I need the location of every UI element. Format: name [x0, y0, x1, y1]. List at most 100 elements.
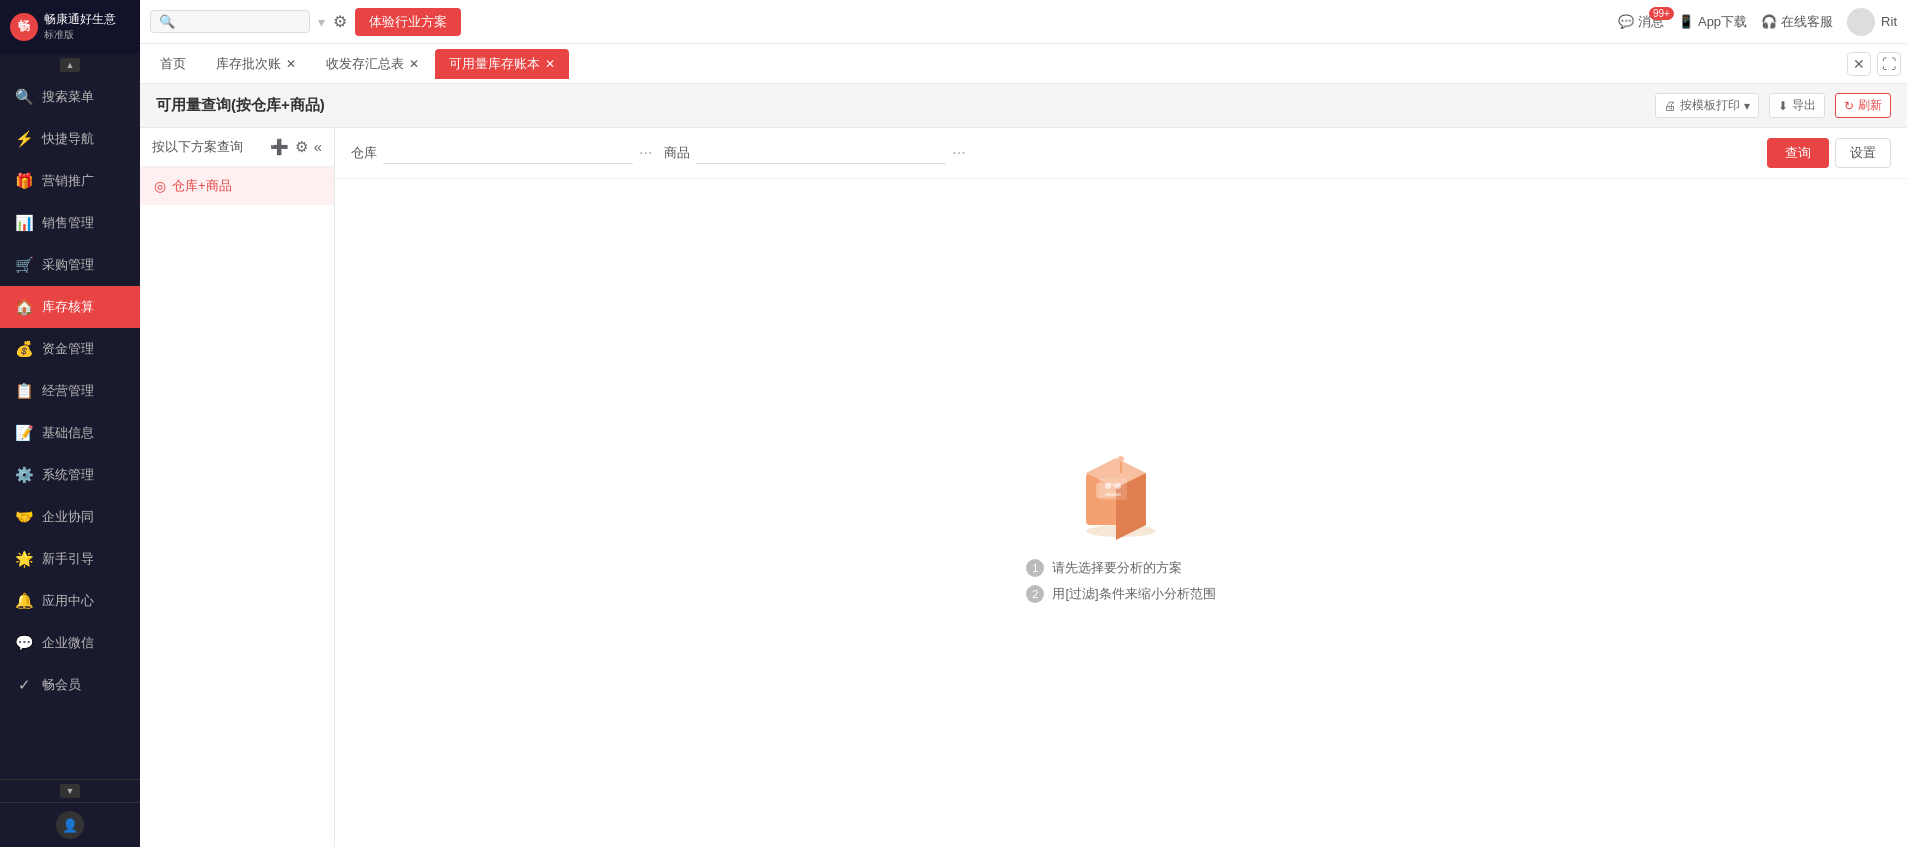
- operation-icon: 📋: [14, 382, 34, 400]
- sidebar-item-label: 系统管理: [42, 466, 94, 484]
- sidebar-header: 畅 畅康通好生意 标准版: [0, 0, 140, 54]
- gear-icon[interactable]: ⚙: [333, 12, 347, 31]
- page-title: 可用量查询(按仓库+商品): [156, 96, 1655, 115]
- sidebar-item-label: 新手引导: [42, 550, 94, 568]
- app-download-icon: 📱: [1678, 14, 1694, 29]
- wechat-icon: 💬: [14, 634, 34, 652]
- empty-hint-2: 2 用[过滤]条件来缩小分析范围: [1026, 585, 1215, 603]
- tab-home[interactable]: 首页: [146, 49, 200, 79]
- sidebar-item-label: 搜索菜单: [42, 88, 94, 106]
- settings-btn[interactable]: 设置: [1835, 138, 1891, 168]
- sidebar-item-wechat[interactable]: 💬 企业微信: [0, 622, 140, 664]
- scroll-up-btn[interactable]: ▲: [60, 58, 80, 72]
- scheme-item-warehouse-product[interactable]: ◎ 仓库+商品: [140, 167, 334, 205]
- sidebar-item-label: 企业协同: [42, 508, 94, 526]
- left-panel-title: 按以下方案查询: [152, 138, 243, 156]
- message-badge: 99+: [1649, 7, 1674, 20]
- newbie-icon: 🌟: [14, 550, 34, 568]
- message-icon: 💬: [1618, 14, 1634, 29]
- right-panel: 仓库 ··· 商品 ··· 查询 设置: [335, 128, 1907, 847]
- sidebar-item-marketing[interactable]: 🎁 营销推广: [0, 160, 140, 202]
- sidebar-item-search[interactable]: 🔍 搜索菜单: [0, 76, 140, 118]
- export-btn[interactable]: ⬇ 导出: [1769, 93, 1825, 118]
- collapse-btn[interactable]: «: [314, 138, 322, 156]
- filter-bar: 仓库 ··· 商品 ··· 查询 设置: [335, 128, 1907, 179]
- refresh-label: 刷新: [1858, 97, 1882, 114]
- tab-receipt-summary-label: 收发存汇总表: [326, 55, 404, 73]
- finance-icon: 💰: [14, 340, 34, 358]
- sidebar-item-label: 基础信息: [42, 424, 94, 442]
- warehouse-more-btn[interactable]: ···: [639, 144, 652, 162]
- page-header: 可用量查询(按仓库+商品) 🖨 按模板打印 ▾ ⬇ 导出 ↻ 刷新: [140, 84, 1907, 128]
- search-icon: 🔍: [159, 14, 175, 29]
- sidebar-item-label: 库存核算: [42, 298, 94, 316]
- svg-rect-8: [1105, 493, 1121, 496]
- sales-icon: 📊: [14, 214, 34, 232]
- customer-service-label: 在线客服: [1781, 13, 1833, 31]
- headset-icon: 🎧: [1761, 14, 1777, 29]
- tab-receipt-summary-close[interactable]: ✕: [409, 57, 419, 71]
- basic-icon: 📝: [14, 424, 34, 442]
- sidebar-item-sales[interactable]: 📊 销售管理: [0, 202, 140, 244]
- empty-illustration: [1061, 423, 1181, 543]
- svg-point-6: [1105, 483, 1111, 489]
- refresh-btn[interactable]: ↻ 刷新: [1835, 93, 1891, 118]
- topbar: 🔍 ▾ ⚙ 体验行业方案 💬 消息 99+ 📱 App下载 🎧 在线客服 Rit: [140, 0, 1907, 44]
- sidebar: 畅 畅康通好生意 标准版 ▲ 🔍 搜索菜单 ⚡ 快捷导航 🎁 营销推广 📊 销售…: [0, 0, 140, 847]
- avatar: [1847, 8, 1875, 36]
- filter-actions: 查询 设置: [1767, 138, 1891, 168]
- tab-batch-account-label: 库存批次账: [216, 55, 281, 73]
- trial-btn[interactable]: 体验行业方案: [355, 8, 461, 36]
- sidebar-item-inventory[interactable]: 🏠 库存核算: [0, 286, 140, 328]
- tabs-bar: 首页 库存批次账 ✕ 收发存汇总表 ✕ 可用量库存账本 ✕ ✕ ⛶: [140, 44, 1907, 84]
- tab-batch-account-close[interactable]: ✕: [286, 57, 296, 71]
- customer-service-btn[interactable]: 🎧 在线客服: [1761, 13, 1833, 31]
- member-icon: ✓: [14, 676, 34, 694]
- tab-expand-btn[interactable]: ⛶: [1877, 52, 1901, 76]
- tab-available-ledger-label: 可用量库存账本: [449, 55, 540, 73]
- product-more-btn[interactable]: ···: [952, 144, 965, 162]
- tab-receipt-summary[interactable]: 收发存汇总表 ✕: [312, 49, 433, 79]
- settings-scheme-btn[interactable]: ⚙: [295, 138, 308, 156]
- app-download-btn[interactable]: 📱 App下载: [1678, 13, 1747, 31]
- sidebar-item-enterprise[interactable]: 🤝 企业协同: [0, 496, 140, 538]
- user-avatar-small[interactable]: 👤: [56, 811, 84, 839]
- query-btn[interactable]: 查询: [1767, 138, 1829, 168]
- tab-close-all-btn[interactable]: ✕: [1847, 52, 1871, 76]
- dropdown-arrow-icon[interactable]: ▾: [318, 14, 325, 30]
- tab-batch-account[interactable]: 库存批次账 ✕: [202, 49, 310, 79]
- sidebar-item-purchase[interactable]: 🛒 采购管理: [0, 244, 140, 286]
- sidebar-item-newbie[interactable]: 🌟 新手引导: [0, 538, 140, 580]
- enterprise-icon: 🤝: [14, 508, 34, 526]
- tab-home-label: 首页: [160, 55, 186, 73]
- scroll-down-btn[interactable]: ▼: [60, 784, 80, 798]
- marketing-icon: 🎁: [14, 172, 34, 190]
- sidebar-item-appstore[interactable]: 🔔 应用中心: [0, 580, 140, 622]
- sidebar-item-shortcut[interactable]: ⚡ 快捷导航: [0, 118, 140, 160]
- sidebar-item-label: 企业微信: [42, 634, 94, 652]
- add-scheme-btn[interactable]: ➕: [270, 138, 289, 156]
- sidebar-item-label: 应用中心: [42, 592, 94, 610]
- sidebar-item-system[interactable]: ⚙️ 系统管理: [0, 454, 140, 496]
- print-label: 按模板打印: [1680, 97, 1740, 114]
- tab-available-ledger[interactable]: 可用量库存账本 ✕: [435, 49, 569, 79]
- main-area: 🔍 ▾ ⚙ 体验行业方案 💬 消息 99+ 📱 App下载 🎧 在线客服 Rit: [140, 0, 1907, 847]
- product-input[interactable]: [696, 142, 946, 164]
- username: Rit: [1881, 14, 1897, 29]
- print-btn[interactable]: 🖨 按模板打印 ▾: [1655, 93, 1759, 118]
- sidebar-item-member[interactable]: ✓ 畅会员: [0, 664, 140, 706]
- app-info: 畅康通好生意 标准版: [44, 12, 116, 42]
- sidebar-item-basic[interactable]: 📝 基础信息: [0, 412, 140, 454]
- export-icon: ⬇: [1778, 99, 1788, 113]
- search-box[interactable]: 🔍: [150, 10, 310, 33]
- message-btn[interactable]: 💬 消息 99+: [1618, 13, 1664, 31]
- warehouse-label: 仓库: [351, 144, 377, 162]
- warehouse-input[interactable]: [383, 142, 633, 164]
- tab-available-ledger-close[interactable]: ✕: [545, 57, 555, 71]
- sidebar-item-finance[interactable]: 💰 资金管理: [0, 328, 140, 370]
- sidebar-item-operation[interactable]: 📋 经营管理: [0, 370, 140, 412]
- left-panel-actions: ➕ ⚙ «: [270, 138, 322, 156]
- hint-num-1: 1: [1026, 559, 1044, 577]
- search-input[interactable]: [179, 15, 279, 29]
- product-filter: 商品 ···: [664, 142, 965, 164]
